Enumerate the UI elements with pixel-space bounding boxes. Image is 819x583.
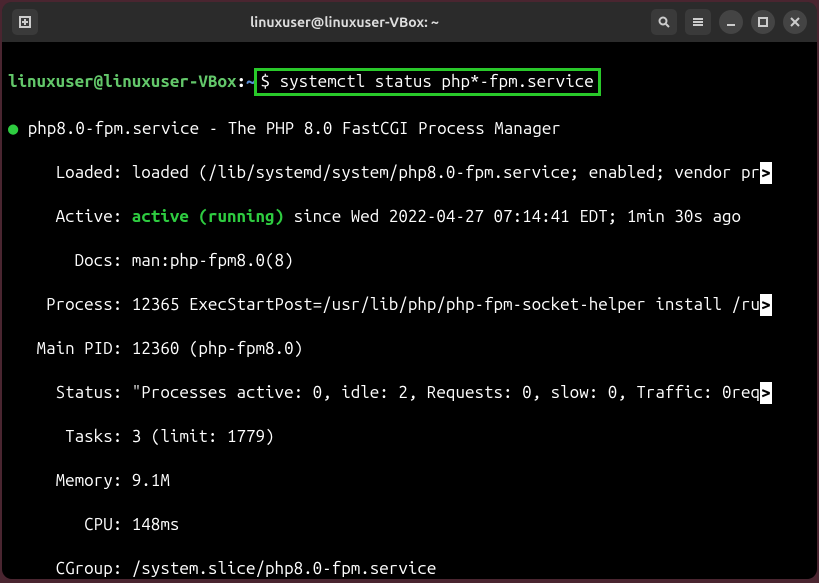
- command-highlight-box: $ systemctl status php*-fpm.service: [254, 68, 601, 96]
- window-title: linuxuser@linuxuser-VBox: ~: [38, 11, 651, 33]
- titlebar-left: [12, 9, 38, 35]
- maximize-button[interactable]: [751, 10, 775, 34]
- status-bullet-icon: ●: [8, 119, 18, 138]
- search-button[interactable]: [651, 9, 677, 35]
- output-unit: ● php8.0-fpm.service - The PHP 8.0 FastC…: [8, 118, 811, 140]
- unit-desc: php8.0-fpm.service - The PHP 8.0 FastCGI…: [18, 119, 561, 138]
- output-active: Active: active (running) since Wed 2022-…: [8, 206, 811, 228]
- active-state: active (running): [132, 207, 284, 226]
- line-truncation-icon: >: [760, 382, 772, 404]
- terminal-window: linuxuser@linuxuser-VBox: ~ linuxuser@li…: [2, 2, 817, 579]
- output-loaded: Loaded: loaded (/lib/systemd/system/php8…: [8, 162, 811, 184]
- command-text: systemctl status php*-fpm.service: [280, 72, 594, 91]
- output-status: Status: "Processes active: 0, idle: 2, R…: [8, 382, 811, 404]
- terminal-body[interactable]: linuxuser@linuxuser-VBox:~$ systemctl st…: [2, 42, 817, 579]
- line-truncation-icon: >: [760, 162, 772, 184]
- prompt-line: linuxuser@linuxuser-VBox:~$ systemctl st…: [8, 68, 811, 96]
- prompt-user: linuxuser@linuxuser-VBox: [8, 72, 236, 91]
- output-mainpid: Main PID: 12360 (php-fpm8.0): [8, 338, 811, 360]
- output-cpu: CPU: 148ms: [8, 514, 811, 536]
- new-tab-button[interactable]: [12, 9, 38, 35]
- minimize-button[interactable]: [719, 10, 743, 34]
- prompt-dollar: $: [261, 72, 280, 91]
- close-button[interactable]: [783, 10, 807, 34]
- titlebar: linuxuser@linuxuser-VBox: ~: [2, 2, 817, 42]
- line-truncation-icon: >: [760, 294, 772, 316]
- titlebar-right: [651, 9, 807, 35]
- output-memory: Memory: 9.1M: [8, 470, 811, 492]
- output-cgroup: CGroup: /system.slice/php8.0-fpm.service: [8, 558, 811, 579]
- output-tasks: Tasks: 3 (limit: 1779): [8, 426, 811, 448]
- output-process: Process: 12365 ExecStartPost=/usr/lib/ph…: [8, 294, 811, 316]
- output-docs: Docs: man:php-fpm8.0(8): [8, 250, 811, 272]
- prompt-colon: :: [236, 72, 246, 91]
- menu-button[interactable]: [685, 9, 711, 35]
